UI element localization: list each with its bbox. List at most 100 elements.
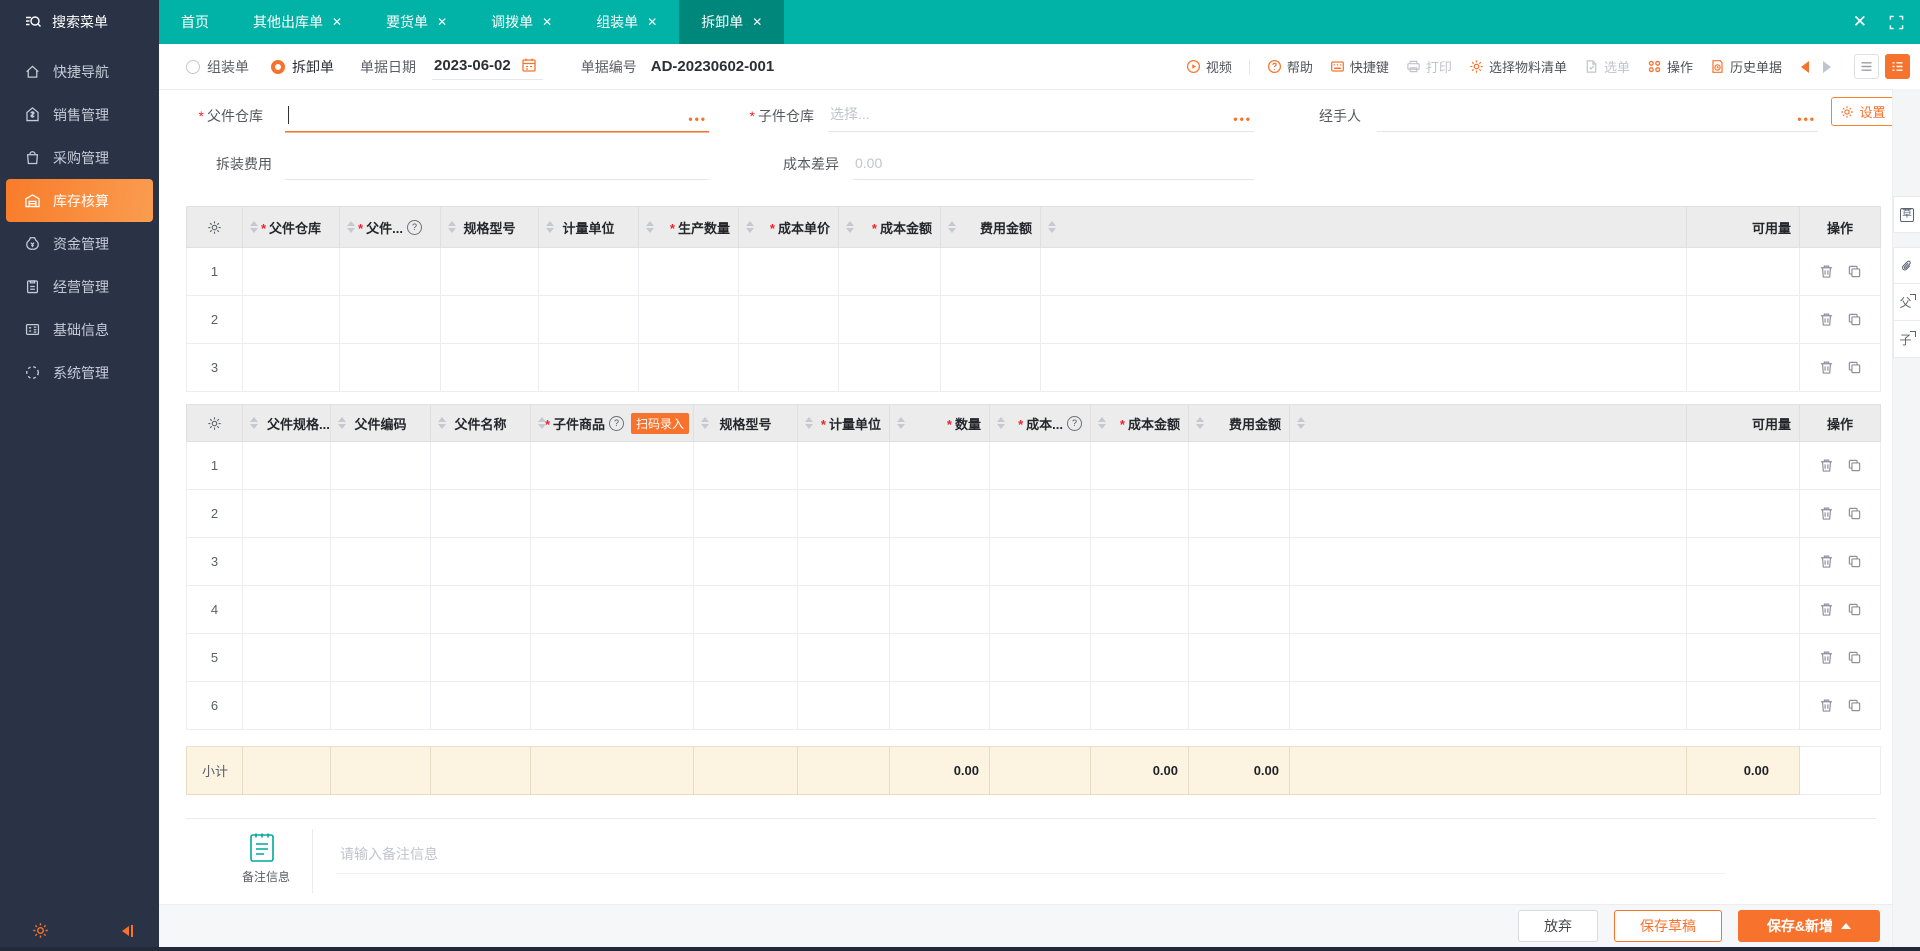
cell-parent-name[interactable] bbox=[430, 585, 531, 634]
delete-row-icon[interactable] bbox=[1819, 312, 1834, 327]
cell-parent-code[interactable] bbox=[330, 585, 431, 634]
cell-spec[interactable] bbox=[693, 633, 798, 682]
copy-row-icon[interactable] bbox=[1847, 264, 1862, 279]
cell-cost-amount[interactable] bbox=[838, 343, 941, 392]
col-qty[interactable]: 数量 bbox=[889, 404, 990, 442]
sort-icon[interactable] bbox=[746, 221, 754, 233]
child-warehouse-input[interactable] bbox=[828, 99, 1254, 129]
cell-production-qty[interactable] bbox=[638, 247, 739, 296]
cell-parent-spec[interactable] bbox=[242, 633, 331, 682]
close-tab-icon[interactable] bbox=[542, 15, 552, 29]
cell-spec[interactable] bbox=[440, 247, 539, 296]
sort-icon[interactable] bbox=[546, 221, 554, 233]
cell-unit[interactable] bbox=[538, 295, 639, 344]
col-unit-cost[interactable]: 成本... bbox=[989, 404, 1091, 442]
date-picker[interactable]: 2023-06-02 bbox=[432, 54, 543, 80]
copy-row-icon[interactable] bbox=[1847, 554, 1862, 569]
cell-unit[interactable] bbox=[797, 537, 890, 586]
radio-assembly-order[interactable]: 组装单 bbox=[186, 57, 249, 77]
cell-unit-cost[interactable] bbox=[738, 247, 839, 296]
copy-row-icon[interactable] bbox=[1847, 312, 1862, 327]
sort-icon[interactable] bbox=[805, 417, 813, 429]
sort-icon[interactable] bbox=[250, 417, 258, 429]
col-parent-warehouse[interactable]: 父件仓库 bbox=[242, 206, 340, 248]
cell-parent-code[interactable] bbox=[330, 681, 431, 730]
cell-parent-warehouse[interactable] bbox=[242, 247, 340, 296]
cell-parent-code[interactable] bbox=[330, 441, 431, 490]
prev-record-icon[interactable] bbox=[1801, 60, 1809, 73]
copy-row-icon[interactable] bbox=[1847, 602, 1862, 617]
sidebar-item-operations[interactable]: 经营管理 bbox=[0, 265, 159, 308]
delete-row-icon[interactable] bbox=[1819, 698, 1834, 713]
cell-parent-name[interactable] bbox=[430, 537, 531, 586]
col-parent-spec[interactable]: 父件规格... bbox=[242, 404, 331, 442]
attachment-icon[interactable] bbox=[1893, 247, 1920, 284]
cell-unit-cost[interactable] bbox=[989, 585, 1091, 634]
cell-parent-name[interactable] bbox=[430, 681, 531, 730]
column-settings[interactable] bbox=[186, 206, 243, 248]
cell-parent-name[interactable] bbox=[430, 489, 531, 538]
handler-picker-icon[interactable] bbox=[1797, 112, 1816, 126]
cell-spec[interactable] bbox=[693, 585, 798, 634]
sidebar-item-purchase[interactable]: 采购管理 bbox=[0, 136, 159, 179]
operate-button[interactable]: 操作 bbox=[1647, 57, 1693, 76]
next-record-icon[interactable] bbox=[1823, 60, 1831, 73]
cell-qty[interactable] bbox=[889, 441, 990, 490]
delete-row-icon[interactable] bbox=[1819, 458, 1834, 473]
cell-fee-amount[interactable] bbox=[940, 343, 1041, 392]
cell-spec[interactable] bbox=[440, 295, 539, 344]
disassembly-fee-input[interactable] bbox=[285, 147, 709, 177]
cell-unit[interactable] bbox=[797, 585, 890, 634]
cell-unit-cost[interactable] bbox=[738, 295, 839, 344]
form-view-toggle[interactable] bbox=[1885, 54, 1910, 79]
cell-parent-spec[interactable] bbox=[242, 585, 331, 634]
close-tab-icon[interactable] bbox=[437, 15, 447, 29]
help-circle-icon[interactable] bbox=[609, 415, 625, 431]
copy-row-icon[interactable] bbox=[1847, 458, 1862, 473]
cell-cost-amount[interactable] bbox=[1090, 537, 1189, 586]
discard-button[interactable]: 放弃 bbox=[1518, 910, 1598, 942]
cell-parent-code[interactable] bbox=[330, 633, 431, 682]
cell-unit-cost[interactable] bbox=[989, 537, 1091, 586]
col-cost-amount[interactable]: 成本金额 bbox=[838, 206, 941, 248]
delete-row-icon[interactable] bbox=[1819, 264, 1834, 279]
tab-disassembly[interactable]: 拆卸单 bbox=[679, 0, 785, 44]
cell-parent-name[interactable] bbox=[430, 441, 531, 490]
cell-child-product[interactable] bbox=[530, 585, 694, 634]
close-tab-icon[interactable] bbox=[752, 15, 762, 29]
sort-icon[interactable] bbox=[250, 221, 258, 233]
cell-cost-amount[interactable] bbox=[838, 247, 941, 296]
col-fee-amount[interactable]: 费用金额 bbox=[1188, 404, 1290, 442]
cell-parent-spec[interactable] bbox=[242, 441, 331, 490]
tab-home[interactable]: 首页 bbox=[159, 0, 231, 44]
cell-cost-amount[interactable] bbox=[1090, 633, 1189, 682]
sidebar-item-system[interactable]: 系统管理 bbox=[0, 351, 159, 394]
cell-unit-cost[interactable] bbox=[738, 343, 839, 392]
delete-row-icon[interactable] bbox=[1819, 506, 1834, 521]
help-circle-icon[interactable] bbox=[406, 219, 422, 235]
sort-icon[interactable] bbox=[338, 417, 346, 429]
cell-qty[interactable] bbox=[889, 633, 990, 682]
cell-child-product[interactable] bbox=[530, 489, 694, 538]
copy-row-icon[interactable] bbox=[1847, 506, 1862, 521]
cell-parent-spec[interactable] bbox=[242, 681, 331, 730]
col-spec[interactable]: 规格型号 bbox=[693, 404, 798, 442]
select-bom-button[interactable]: 选择物料清单 bbox=[1469, 57, 1567, 76]
cell-child-product[interactable] bbox=[530, 537, 694, 586]
cell-parent-warehouse[interactable] bbox=[242, 295, 340, 344]
col-unit[interactable]: 计量单位 bbox=[538, 206, 639, 248]
parent-warehouse-input[interactable] bbox=[285, 99, 709, 129]
sort-icon[interactable] bbox=[438, 417, 446, 429]
cell-parent-code[interactable] bbox=[330, 537, 431, 586]
settings-button[interactable]: 设置 bbox=[1831, 97, 1895, 126]
sort-icon[interactable] bbox=[448, 221, 456, 233]
cell-cost-amount[interactable] bbox=[1090, 441, 1189, 490]
sort-icon[interactable] bbox=[1196, 417, 1204, 429]
delete-row-icon[interactable] bbox=[1819, 554, 1834, 569]
column-settings[interactable] bbox=[186, 404, 243, 442]
col-child-product[interactable]: 子件商品扫码录入 bbox=[530, 404, 694, 442]
sort-icon[interactable] bbox=[846, 221, 854, 233]
sidebar-item-inventory[interactable]: 库存核算 bbox=[6, 179, 153, 222]
tab-assembly[interactable]: 组装单 bbox=[574, 0, 679, 44]
cell-unit-cost[interactable] bbox=[989, 633, 1091, 682]
